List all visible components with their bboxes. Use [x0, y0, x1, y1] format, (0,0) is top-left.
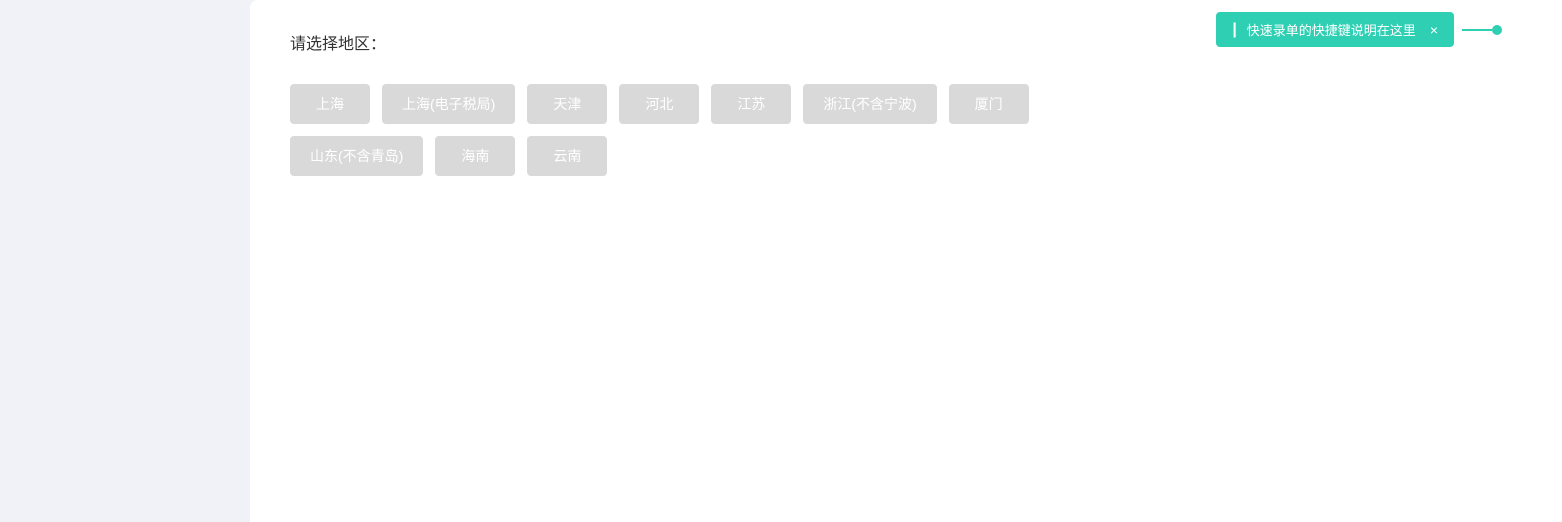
- region-row-2: 山东(不含青岛) 海南云南: [290, 136, 1522, 176]
- main-content: 请选择地区： 上海上海(电子税局)天津河北江苏浙江(不含宁波)厦门 山东(不含青…: [250, 0, 1562, 522]
- left-sidebar: [0, 0, 250, 522]
- region-btn-zhejiang[interactable]: 浙江(不含宁波): [803, 84, 936, 124]
- region-row-1: 上海上海(电子税局) 天津河北江苏浙江(不含宁波) 厦门: [290, 84, 1522, 124]
- region-btn-tianjin[interactable]: 天津: [527, 84, 607, 124]
- region-btn-hainan[interactable]: 海南: [435, 136, 515, 176]
- region-btn-shanghai-etax[interactable]: 上海(电子税局): [382, 84, 515, 124]
- region-btn-jiangsu[interactable]: 江苏: [711, 84, 791, 124]
- tooltip-dot: [1492, 25, 1502, 35]
- tooltip-line: [1462, 29, 1492, 31]
- tooltip-close-button[interactable]: ×: [1430, 22, 1438, 38]
- region-btn-xiamen[interactable]: 厦门: [949, 84, 1029, 124]
- tooltip-text: 快速录单的快捷键说明在这里: [1247, 20, 1416, 39]
- region-btn-shanghai[interactable]: 上海: [290, 84, 370, 124]
- tooltip-container: 快速录单的快捷键说明在这里 ×: [1216, 12, 1502, 47]
- region-btn-yunnan[interactable]: 云南: [527, 136, 607, 176]
- region-btn-shandong[interactable]: 山东(不含青岛): [290, 136, 423, 176]
- region-btn-hebei[interactable]: 河北: [619, 84, 699, 124]
- tooltip-badge: 快速录单的快捷键说明在这里 ×: [1216, 12, 1454, 47]
